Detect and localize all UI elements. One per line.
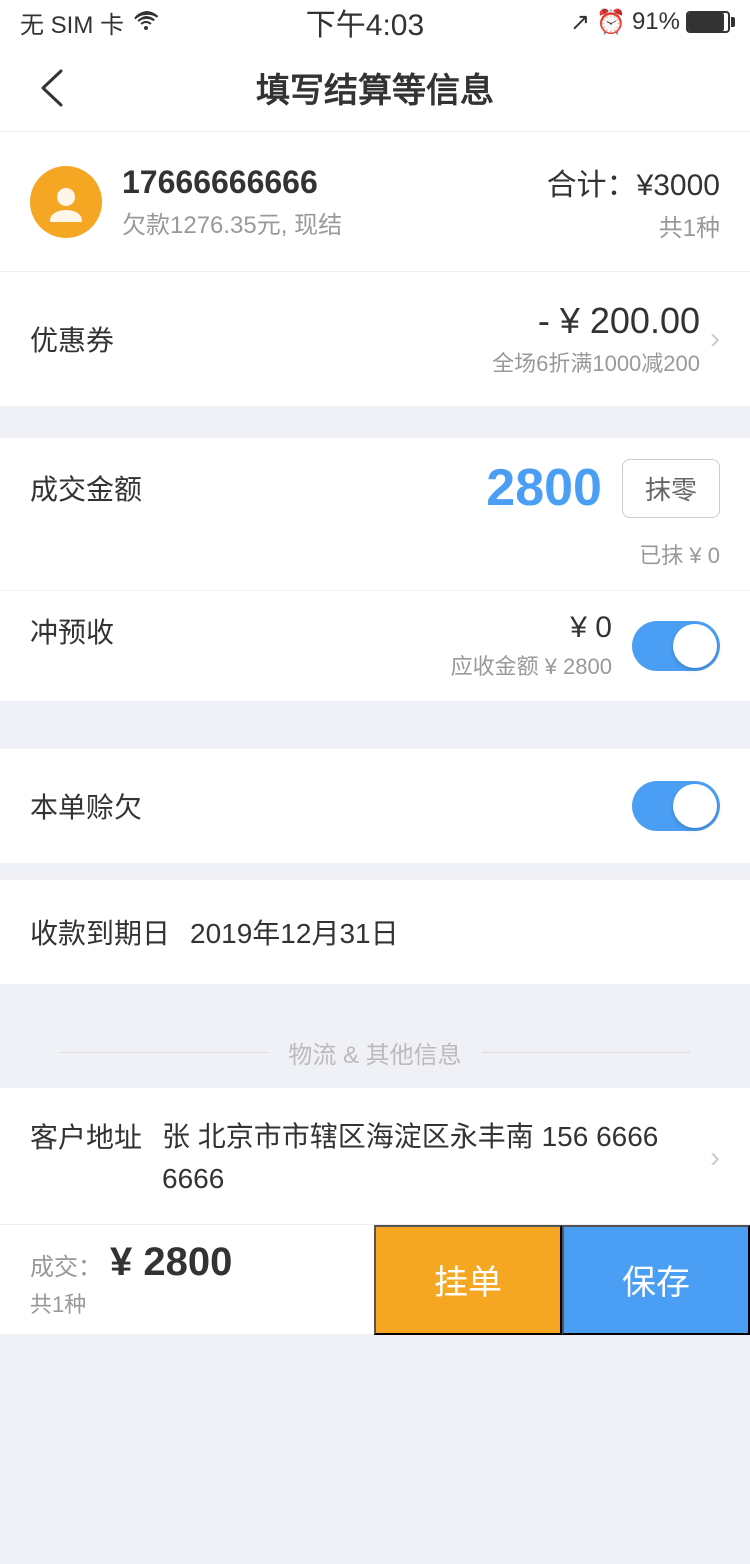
due-date-value: 2019年12月31日 <box>190 912 399 952</box>
bottom-info: 成交： ¥ 2800 共1种 <box>0 1240 374 1319</box>
debt-row: 本单赊欠 <box>0 749 750 863</box>
address-value: 张 北京市市辖区海淀区永丰南 156 6666 6666 <box>162 1116 690 1200</box>
pending-button[interactable]: 挂单 <box>374 1225 562 1335</box>
round-zero-button[interactable]: 抹零 <box>622 459 720 518</box>
bottom-amount: ¥ 2800 <box>110 1240 232 1285</box>
toggle-thumb-2 <box>673 784 717 828</box>
user-left: 17666666666 欠款1276.35元, 现结 <box>30 164 342 240</box>
wifi-icon <box>132 8 160 37</box>
due-date-label: 收款到期日 <box>30 912 170 952</box>
section-divider-3 <box>0 1000 750 1016</box>
debt-toggle[interactable] <box>632 781 720 831</box>
page-title: 填写结算等信息 <box>74 63 676 112</box>
bottom-bar: 成交： ¥ 2800 共1种 挂单 保存 <box>0 1224 750 1334</box>
logistics-text: 物流 & 其他信息 <box>268 1035 481 1070</box>
prepay-right: ¥ 0 应收金额 ¥ 2800 <box>451 611 720 681</box>
toggle-thumb <box>673 624 717 668</box>
coupon-label: 优惠券 <box>30 319 114 359</box>
coupon-discount: - ¥ 200.00 <box>492 300 700 342</box>
location-icon: ↗ <box>570 8 590 37</box>
total-amount: 合计：¥3000 <box>547 160 720 204</box>
address-row[interactable]: 客户地址 张 北京市市辖区海淀区永丰南 156 6666 6666 › <box>0 1088 750 1228</box>
user-info-card: 17666666666 欠款1276.35元, 现结 合计：¥3000 共1种 … <box>0 132 750 406</box>
deal-amount-row: 成交金额 2800 抹零 <box>0 438 750 538</box>
bottom-deal-label: 成交： <box>30 1247 102 1282</box>
prepay-label: 冲预收 <box>30 611 114 651</box>
deal-amount-right: 2800 抹零 <box>486 458 720 518</box>
deal-amount-value: 2800 <box>486 458 602 518</box>
prepay-amount-block: ¥ 0 应收金额 ¥ 2800 <box>451 611 612 681</box>
prepay-row: 冲预收 ¥ 0 应收金额 ¥ 2800 <box>0 590 750 701</box>
content-area: 17666666666 欠款1276.35元, 现结 合计：¥3000 共1种 … <box>0 132 750 1564</box>
save-button[interactable]: 保存 <box>562 1225 750 1335</box>
section-divider-2 <box>0 717 750 733</box>
due-date-row: 收款到期日 2019年12月31日 <box>0 879 750 984</box>
nav-bar: 填写结算等信息 <box>0 44 750 132</box>
battery-percent: 91% <box>632 8 680 36</box>
deal-subtotal: 已抹 ¥ 0 <box>0 538 750 590</box>
deal-amount-label: 成交金额 <box>30 468 142 508</box>
coupon-right: - ¥ 200.00 全场6折满1000减200 › <box>492 300 720 378</box>
avatar <box>30 166 102 238</box>
address-chevron-icon: › <box>710 1141 720 1175</box>
prepay-desc: 应收金额 ¥ 2800 <box>451 649 612 681</box>
no-sim-text: 无 SIM 卡 <box>20 5 124 40</box>
due-date-content: 收款到期日 2019年12月31日 <box>30 912 720 952</box>
back-button[interactable] <box>30 66 74 110</box>
user-info: 17666666666 欠款1276.35元, 现结 <box>122 164 342 240</box>
debt-label: 本单赊欠 <box>30 786 142 826</box>
bottom-count: 共1种 <box>30 1287 344 1319</box>
prepay-toggle[interactable] <box>632 621 720 671</box>
battery-icon <box>686 11 730 33</box>
coupon-desc: 全场6折满1000减200 <box>492 346 700 378</box>
user-phone: 17666666666 <box>122 164 342 201</box>
status-bar: 无 SIM 卡 下午4:03 ↗ ⏰ 91% <box>0 0 750 44</box>
logistics-divider: 物流 & 其他信息 <box>0 1016 750 1088</box>
prepay-amount: ¥ 0 <box>451 611 612 645</box>
status-right: ↗ ⏰ 91% <box>570 8 730 37</box>
user-totals: 合计：¥3000 共1种 <box>547 160 720 243</box>
status-left: 无 SIM 卡 <box>20 5 160 40</box>
coupon-info: - ¥ 200.00 全场6折满1000减200 <box>492 300 700 378</box>
user-row: 17666666666 欠款1276.35元, 现结 合计：¥3000 共1种 <box>0 132 750 271</box>
bottom-deal-row: 成交： ¥ 2800 <box>30 1240 344 1285</box>
user-debt: 欠款1276.35元, 现结 <box>122 205 342 240</box>
alarm-icon: ⏰ <box>596 8 626 37</box>
status-time: 下午4:03 <box>306 0 424 44</box>
chevron-right-icon: › <box>710 322 720 356</box>
coupon-row[interactable]: 优惠券 - ¥ 200.00 全场6折满1000减200 › <box>0 271 750 406</box>
address-label: 客户地址 <box>30 1116 142 1156</box>
section-divider-1 <box>0 422 750 438</box>
total-count: 共1种 <box>547 208 720 243</box>
deal-amount-card: 成交金额 2800 抹零 已抹 ¥ 0 冲预收 ¥ 0 应收金额 ¥ 2800 <box>0 438 750 701</box>
